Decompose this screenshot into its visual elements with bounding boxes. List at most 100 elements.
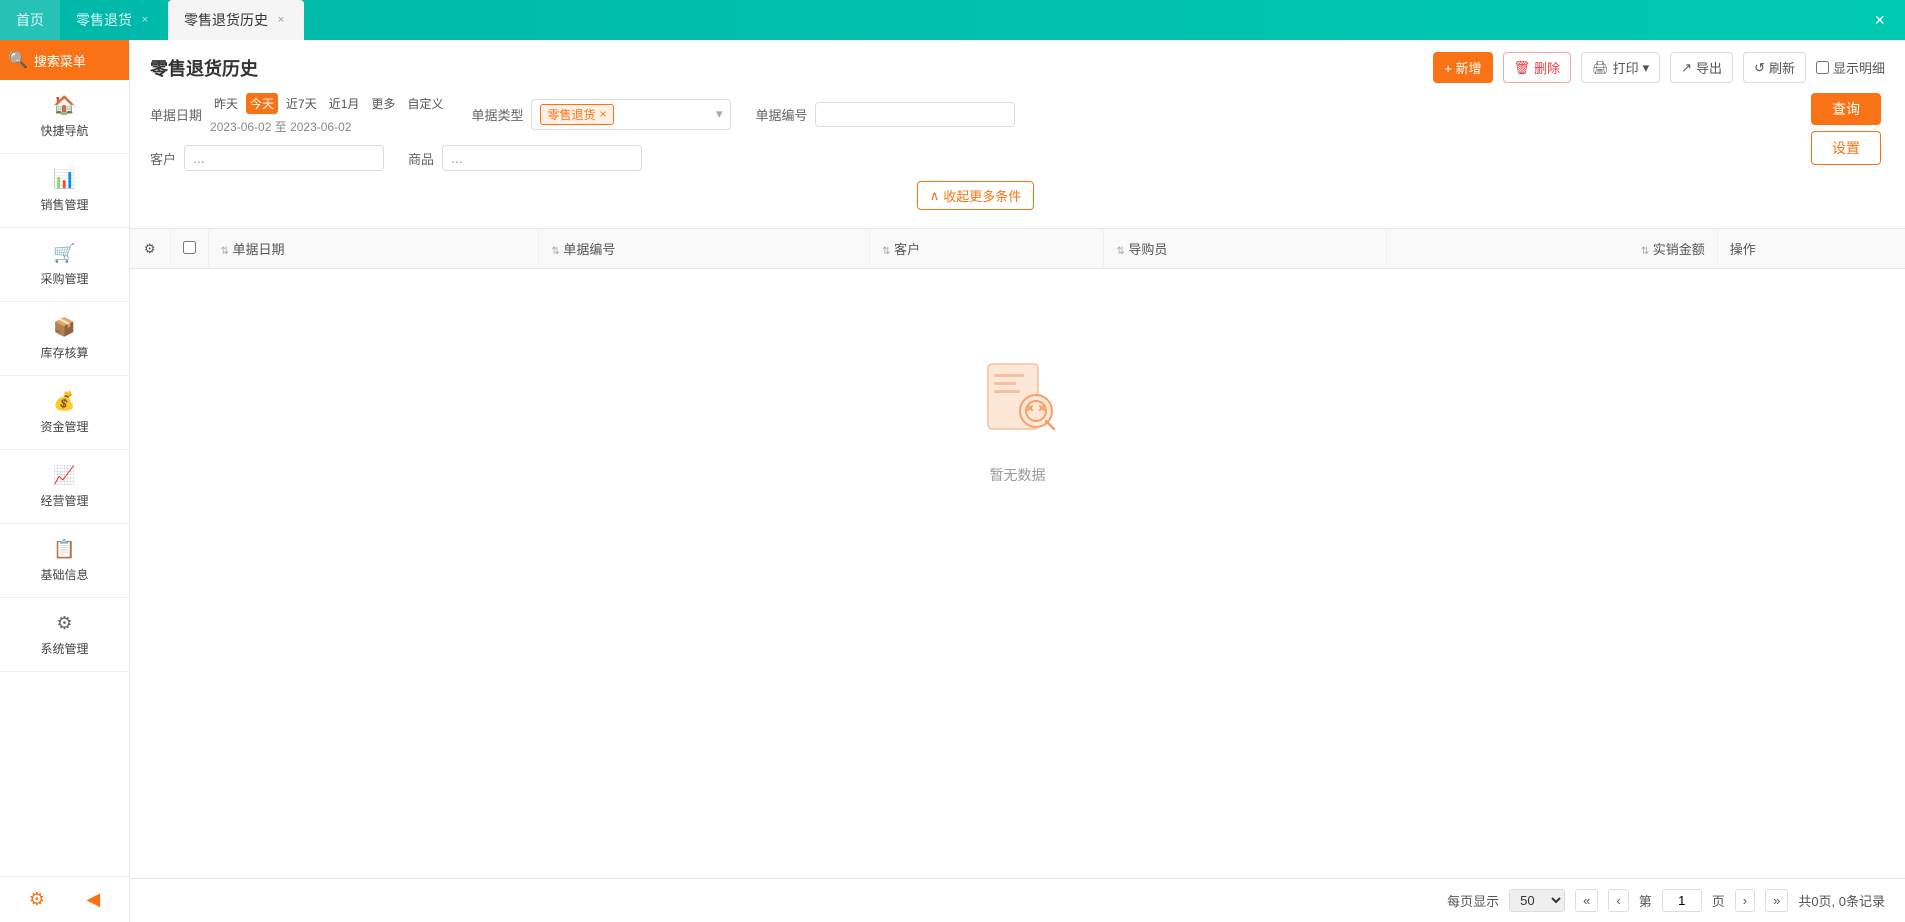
sidebar-item-系统管理[interactable]: ⚙ 系统管理 bbox=[0, 598, 129, 672]
settings-icon[interactable]: ⚙ bbox=[29, 889, 45, 910]
th-amount-sort-icon[interactable]: ⇅ bbox=[1641, 246, 1649, 257]
set-button[interactable]: 设置 bbox=[1811, 131, 1881, 165]
table-header-row: ⚙ ⇅ 单据日期 ⇅ 单据编号 bbox=[130, 229, 1905, 269]
settings-column-icon[interactable]: ⚙ bbox=[144, 241, 156, 256]
prev-page-button[interactable]: ‹ bbox=[1608, 889, 1628, 912]
type-tag: 零售退货 × bbox=[540, 104, 613, 125]
display-toggle-checkbox[interactable] bbox=[1816, 61, 1829, 74]
th-customer-sort-icon[interactable]: ⇅ bbox=[882, 246, 890, 257]
sidebar-item-快捷导航[interactable]: 🏠 快捷导航 bbox=[0, 80, 129, 154]
date-shortcut-yesterday[interactable]: 昨天 bbox=[210, 93, 242, 114]
date-shortcut-today[interactable]: 今天 bbox=[246, 93, 278, 114]
th-settings[interactable]: ⚙ bbox=[130, 229, 170, 269]
tab-label: 首页 bbox=[16, 10, 44, 30]
sidebar-bottom: ⚙ ◀ bbox=[0, 876, 129, 922]
next-page-button[interactable]: › bbox=[1735, 889, 1755, 912]
goods-filter-select[interactable]: ... bbox=[442, 145, 642, 171]
sidebar-search[interactable]: 🔍 搜索菜单 bbox=[0, 40, 129, 80]
tab-close-icon[interactable]: × bbox=[138, 13, 152, 27]
th-customer: ⇅ 客户 bbox=[870, 229, 1104, 269]
delete-label: 删除 bbox=[1534, 58, 1560, 77]
tab-首页[interactable]: 首页 bbox=[0, 0, 60, 40]
display-toggle-label: 显示明细 bbox=[1833, 58, 1885, 77]
sidebar-icon: 🏠 bbox=[54, 94, 76, 116]
print-label: 打印 bbox=[1613, 58, 1639, 77]
th-salesperson-sort-icon[interactable]: ⇅ bbox=[1116, 246, 1124, 257]
filter-area: 单据日期 昨天 今天 近7天 近1月 更多 自定义 2 bbox=[150, 93, 1885, 228]
sidebar-item-库存核算[interactable]: 📦 库存核算 bbox=[0, 302, 129, 376]
sidebar-item-资金管理[interactable]: 💰 资金管理 bbox=[0, 376, 129, 450]
sidebar-item-采购管理[interactable]: 🛒 采购管理 bbox=[0, 228, 129, 302]
type-filter-label: 单据类型 bbox=[471, 105, 523, 124]
sidebar-item-label: 采购管理 bbox=[40, 270, 88, 287]
th-number-label: 单据编号 bbox=[563, 242, 615, 257]
th-checkbox[interactable] bbox=[170, 229, 208, 269]
sidebar-icon: 📋 bbox=[54, 538, 76, 560]
display-toggle[interactable]: 显示明细 bbox=[1816, 58, 1885, 77]
top-bar-right: × bbox=[1866, 10, 1905, 31]
sidebar-item-label: 快捷导航 bbox=[40, 122, 88, 139]
last-page-button[interactable]: » bbox=[1765, 889, 1788, 912]
tab-label: 零售退货 bbox=[76, 10, 132, 30]
main-layout: 🔍 搜索菜单 🏠 快捷导航 📊 销售管理 🛒 采购管理 📦 库存核算 💰 资金管… bbox=[0, 40, 1905, 922]
print-icon: 🖨 bbox=[1592, 60, 1609, 76]
tab-close-icon[interactable]: × bbox=[274, 13, 288, 27]
refresh-button[interactable]: ↺ 刷新 bbox=[1743, 52, 1806, 83]
sidebar-item-label: 经营管理 bbox=[40, 492, 88, 509]
export-label: 导出 bbox=[1696, 58, 1722, 77]
empty-state: 暂无数据 bbox=[130, 269, 1905, 565]
sidebar-search-label: 搜索菜单 bbox=[34, 51, 86, 70]
new-button[interactable]: + 新增 bbox=[1433, 52, 1492, 83]
goods-filter-label: 商品 bbox=[408, 149, 434, 168]
collapse-chevron-icon: ∧ bbox=[930, 188, 940, 204]
th-amount-label: 实销金额 bbox=[1653, 242, 1705, 257]
date-shortcut-7days[interactable]: 近7天 bbox=[282, 93, 321, 114]
type-filter-group: 单据类型 零售退货 × ▾ bbox=[471, 99, 731, 130]
date-shortcut-1month[interactable]: 近1月 bbox=[325, 93, 364, 114]
page-input[interactable] bbox=[1662, 889, 1702, 912]
per-page-select[interactable]: 10 20 50 100 bbox=[1509, 889, 1565, 912]
delete-button[interactable]: 🗑 删除 bbox=[1503, 52, 1572, 83]
filter-main: 单据日期 昨天 今天 近7天 近1月 更多 自定义 2 bbox=[150, 93, 1801, 218]
number-filter-group: 单据编号 bbox=[755, 102, 1015, 127]
toolbar: + 新增 🗑 删除 🖨 打印 ▾ ↗ 导出 ↺ bbox=[1433, 52, 1885, 83]
tab-零售退货[interactable]: 零售退货 × bbox=[60, 0, 168, 40]
sidebar-item-基础信息[interactable]: 📋 基础信息 bbox=[0, 524, 129, 598]
tab-bar: 首页零售退货×零售退货历史× bbox=[0, 0, 1866, 40]
type-tag-close-icon[interactable]: × bbox=[599, 107, 606, 121]
select-all-checkbox[interactable] bbox=[183, 241, 196, 254]
date-filter-group: 单据日期 昨天 今天 近7天 近1月 更多 自定义 2 bbox=[150, 93, 447, 135]
first-page-button[interactable]: « bbox=[1575, 889, 1598, 912]
query-button[interactable]: 查询 bbox=[1811, 93, 1881, 125]
sidebar-item-销售管理[interactable]: 📊 销售管理 bbox=[0, 154, 129, 228]
sidebar-item-label: 基础信息 bbox=[40, 566, 88, 583]
sidebar-item-label: 销售管理 bbox=[40, 196, 88, 213]
sidebar-item-经营管理[interactable]: 📈 经营管理 bbox=[0, 450, 129, 524]
customer-filter-select[interactable]: ... bbox=[184, 145, 384, 171]
th-action: 操作 bbox=[1717, 229, 1905, 269]
collapse-btn[interactable]: ∧ 收起更多条件 bbox=[917, 181, 1035, 210]
collapse-sidebar-icon[interactable]: ◀ bbox=[86, 889, 100, 910]
date-shortcut-more[interactable]: 更多 bbox=[367, 93, 399, 114]
sidebar-item-label: 库存核算 bbox=[40, 344, 88, 361]
print-chevron-icon: ▾ bbox=[1643, 60, 1650, 76]
goods-dots: ... bbox=[451, 150, 463, 166]
search-icon: 🔍 bbox=[8, 50, 28, 70]
action-buttons: 查询 设置 bbox=[1811, 93, 1885, 165]
date-filter-label: 单据日期 bbox=[150, 105, 202, 124]
type-filter-select[interactable]: 零售退货 × ▾ bbox=[531, 99, 731, 130]
number-filter-input[interactable] bbox=[815, 102, 1015, 127]
print-button[interactable]: 🖨 打印 ▾ bbox=[1581, 52, 1660, 83]
th-number: ⇅ 单据编号 bbox=[539, 229, 870, 269]
pagination-bar: 每页显示 10 20 50 100 « ‹ 第 页 › » 共0页, 0条记录 bbox=[130, 878, 1905, 922]
filter-row-1: 单据日期 昨天 今天 近7天 近1月 更多 自定义 2 bbox=[150, 93, 1801, 135]
sidebar-icon: 📈 bbox=[54, 464, 76, 486]
sidebar-icon: 📊 bbox=[54, 168, 76, 190]
tab-零售退货历史[interactable]: 零售退货历史× bbox=[168, 0, 304, 40]
collapse-label: 收起更多条件 bbox=[943, 186, 1021, 205]
export-button[interactable]: ↗ 导出 bbox=[1670, 52, 1733, 83]
window-close-button[interactable]: × bbox=[1866, 10, 1893, 31]
th-date-sort-icon[interactable]: ⇅ bbox=[221, 246, 229, 257]
date-shortcut-custom[interactable]: 自定义 bbox=[403, 93, 447, 114]
th-number-sort-icon[interactable]: ⇅ bbox=[551, 246, 559, 257]
